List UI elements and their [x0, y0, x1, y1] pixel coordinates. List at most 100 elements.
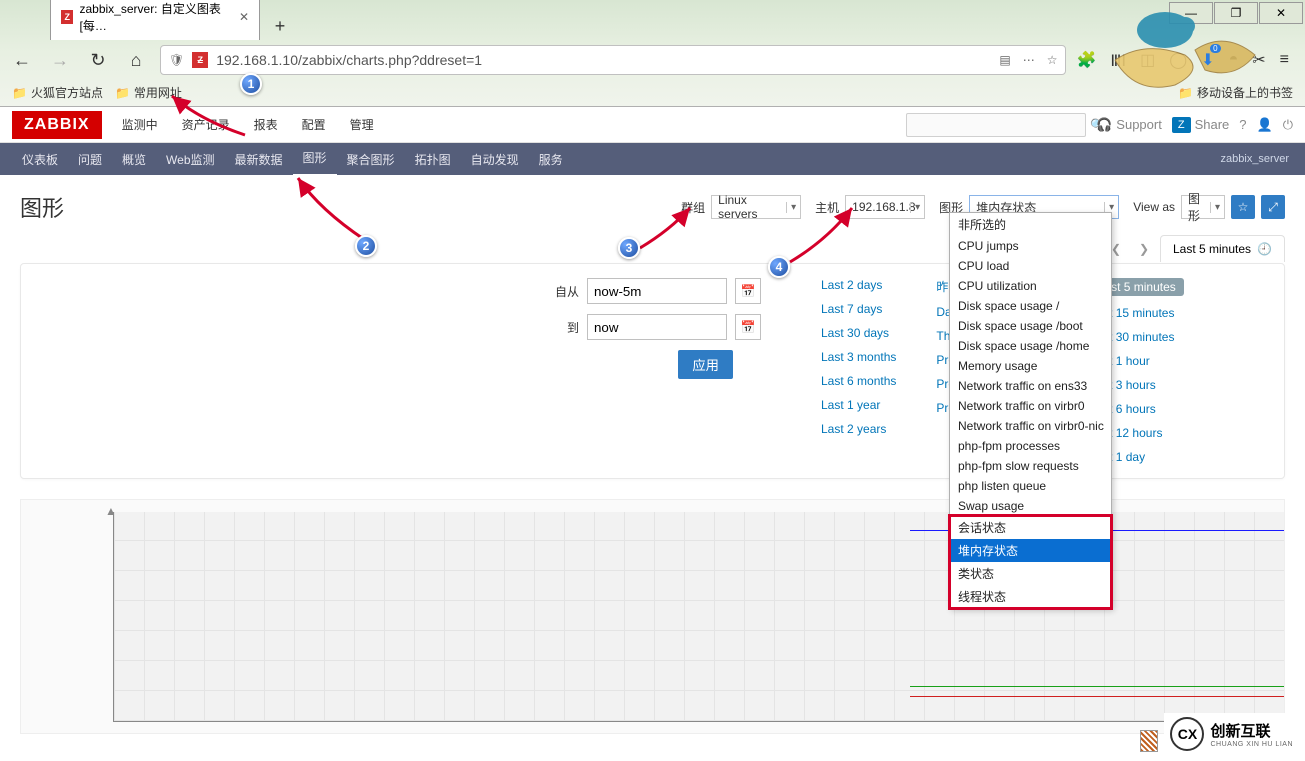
zabbix-favicon: Z [61, 10, 73, 24]
tab-title: zabbix_server: 自定义图表 [每… [79, 0, 232, 34]
library-icon[interactable]: ⅢⅠ [1110, 51, 1126, 70]
annotation-1: 1 [240, 73, 262, 95]
opt-net-virbr0nic[interactable]: Network traffic on virbr0-nic [950, 416, 1111, 436]
to-calendar-icon[interactable]: 📅 [735, 314, 761, 340]
from-input[interactable] [587, 278, 727, 304]
opt-php-queue[interactable]: php listen queue [950, 476, 1111, 496]
logout-icon[interactable]: ⏻ [1283, 117, 1293, 133]
subnav-problems[interactable]: 问题 [68, 143, 112, 176]
share-link[interactable]: Z Share [1172, 117, 1229, 133]
opt-memory[interactable]: Memory usage [950, 356, 1111, 376]
quick-last-3-months[interactable]: Last 3 months [821, 350, 896, 364]
subnav-dashboard[interactable]: 仪表板 [12, 143, 68, 176]
profile-icon[interactable]: ◯ [1169, 50, 1187, 70]
search-input[interactable] [913, 117, 1090, 132]
menu-reports[interactable]: 报表 [242, 106, 290, 143]
opt-none[interactable]: 非所选的 [950, 213, 1111, 236]
zabbix-logo[interactable]: ZABBIX [12, 111, 102, 139]
downloads-icon[interactable]: ⬇0 [1201, 50, 1214, 70]
opt-disk-home[interactable]: Disk space usage /home [950, 336, 1111, 356]
home-button[interactable]: ⌂ [122, 46, 150, 74]
address-bar[interactable]: 🛡 Z 192.168.1.10/zabbix/charts.php?ddres… [160, 45, 1066, 75]
search-box[interactable]: 🔍 [906, 113, 1086, 137]
window-minimize[interactable]: — [1169, 2, 1213, 24]
opt-phpfpm-proc[interactable]: php-fpm processes [950, 436, 1111, 456]
subnav-hostlabel: zabbix_server [1221, 153, 1293, 165]
bookmark-common[interactable]: 📁 常用网址 [115, 84, 182, 101]
menu-inventory[interactable]: 资产记录 [170, 106, 242, 143]
opt-cpu-load[interactable]: CPU load [950, 256, 1111, 276]
apply-button[interactable]: 应用 [678, 350, 733, 379]
opt-session[interactable]: 会话状态 [950, 516, 1111, 539]
annotation-4: 4 [768, 256, 790, 278]
menu-admin[interactable]: 管理 [338, 106, 386, 143]
opt-phpfpm-slow[interactable]: php-fpm slow requests [950, 456, 1111, 476]
opt-net-virbr0[interactable]: Network traffic on virbr0 [950, 396, 1111, 416]
opt-swap[interactable]: Swap usage [950, 496, 1111, 516]
time-current-tab[interactable]: Last 5 minutes 🕘 [1160, 235, 1285, 262]
reload-button[interactable]: ↻ [84, 46, 112, 74]
favorite-button[interactable]: ☆ [1231, 195, 1255, 219]
bookmark-mobile[interactable]: 📁 移动设备上的书签 [1178, 84, 1293, 101]
subnav-services[interactable]: 服务 [529, 143, 573, 176]
menu-monitoring[interactable]: 监测中 [110, 106, 170, 143]
quick-last-2-days[interactable]: Last 2 days [821, 278, 896, 292]
opt-disk-boot[interactable]: Disk space usage /boot [950, 316, 1111, 336]
opt-cpu-jumps[interactable]: CPU jumps [950, 236, 1111, 256]
help-icon[interactable]: ? [1239, 117, 1246, 132]
to-input[interactable] [587, 314, 727, 340]
bookmark-star-icon[interactable]: ☆ [1047, 53, 1058, 67]
shield-icon[interactable]: 🛡 [169, 53, 184, 67]
screenshot-icon[interactable]: ✂ [1252, 50, 1265, 70]
site-identity-icon[interactable]: Z [192, 52, 208, 68]
sidebar-icon[interactable]: ◫ [1140, 50, 1155, 70]
window-maximize[interactable]: ❐ [1214, 2, 1258, 24]
subnav-maps[interactable]: 拓扑图 [405, 143, 461, 176]
opt-heap[interactable]: 堆内存状态 [950, 539, 1111, 562]
from-label: 自从 [551, 283, 579, 300]
opt-thread[interactable]: 线程状态 [950, 585, 1111, 608]
group-select[interactable]: Linux servers [711, 195, 801, 219]
opt-class[interactable]: 类状态 [950, 562, 1111, 585]
page-title: 图形 [20, 191, 64, 223]
back-button[interactable]: ← [8, 46, 36, 74]
host-select[interactable]: 192.168.1.8 [845, 195, 925, 219]
quick-last-7-days[interactable]: Last 7 days [821, 302, 896, 316]
new-tab-button[interactable]: + [266, 12, 294, 40]
pocket-icon[interactable]: ◓ [1229, 51, 1239, 69]
url-text: 192.168.1.10/zabbix/charts.php?ddreset=1 [216, 52, 991, 68]
support-link[interactable]: 🎧 Support [1096, 117, 1162, 133]
quick-last-1-year[interactable]: Last 1 year [821, 398, 896, 412]
quick-last-2-years[interactable]: Last 2 years [821, 422, 896, 436]
scroll-indicator-icon [1140, 730, 1158, 752]
opt-cpu-util[interactable]: CPU utilization [950, 276, 1111, 296]
subnav-discovery[interactable]: 自动发现 [461, 143, 529, 176]
viewas-select[interactable]: 图形 [1181, 195, 1225, 219]
menu-icon[interactable]: ≡ [1280, 51, 1289, 69]
user-icon[interactable]: 👤 [1257, 117, 1273, 133]
subnav-overview[interactable]: 概览 [112, 143, 156, 176]
watermark: CX 创新互联 CHUANG XIN HU LIAN [1164, 713, 1299, 755]
graph-dropdown-list[interactable]: 非所选的 CPU jumps CPU load CPU utilization … [949, 212, 1112, 609]
bookmark-firefox[interactable]: 📁 火狐官方站点 [12, 84, 103, 101]
menu-config[interactable]: 配置 [290, 106, 338, 143]
browser-tab-active[interactable]: Z zabbix_server: 自定义图表 [每… ✕ [50, 0, 260, 40]
from-calendar-icon[interactable]: 📅 [735, 278, 761, 304]
window-close[interactable]: ✕ [1259, 2, 1303, 24]
subnav-screens[interactable]: 聚合图形 [337, 143, 405, 176]
forward-button[interactable]: → [46, 46, 74, 74]
annotation-2: 2 [355, 235, 377, 257]
page-actions-icon[interactable]: ⋯ [1023, 53, 1035, 67]
extension-icon[interactable]: 🧩 [1076, 50, 1096, 70]
opt-net-ens33[interactable]: Network traffic on ens33 [950, 376, 1111, 396]
subnav-latest[interactable]: 最新数据 [225, 143, 293, 176]
tab-close-icon[interactable]: ✕ [239, 10, 249, 24]
quick-last-6-months[interactable]: Last 6 months [821, 374, 896, 388]
subnav-web[interactable]: Web监测 [156, 143, 224, 176]
subnav-graphs[interactable]: 图形 [293, 141, 337, 177]
quick-last-30-days[interactable]: Last 30 days [821, 326, 896, 340]
opt-disk-root[interactable]: Disk space usage / [950, 296, 1111, 316]
reader-icon[interactable]: ▤ [999, 53, 1010, 67]
fullscreen-button[interactable]: ⤢ [1261, 195, 1285, 219]
time-next-icon[interactable]: ❯ [1132, 237, 1156, 261]
